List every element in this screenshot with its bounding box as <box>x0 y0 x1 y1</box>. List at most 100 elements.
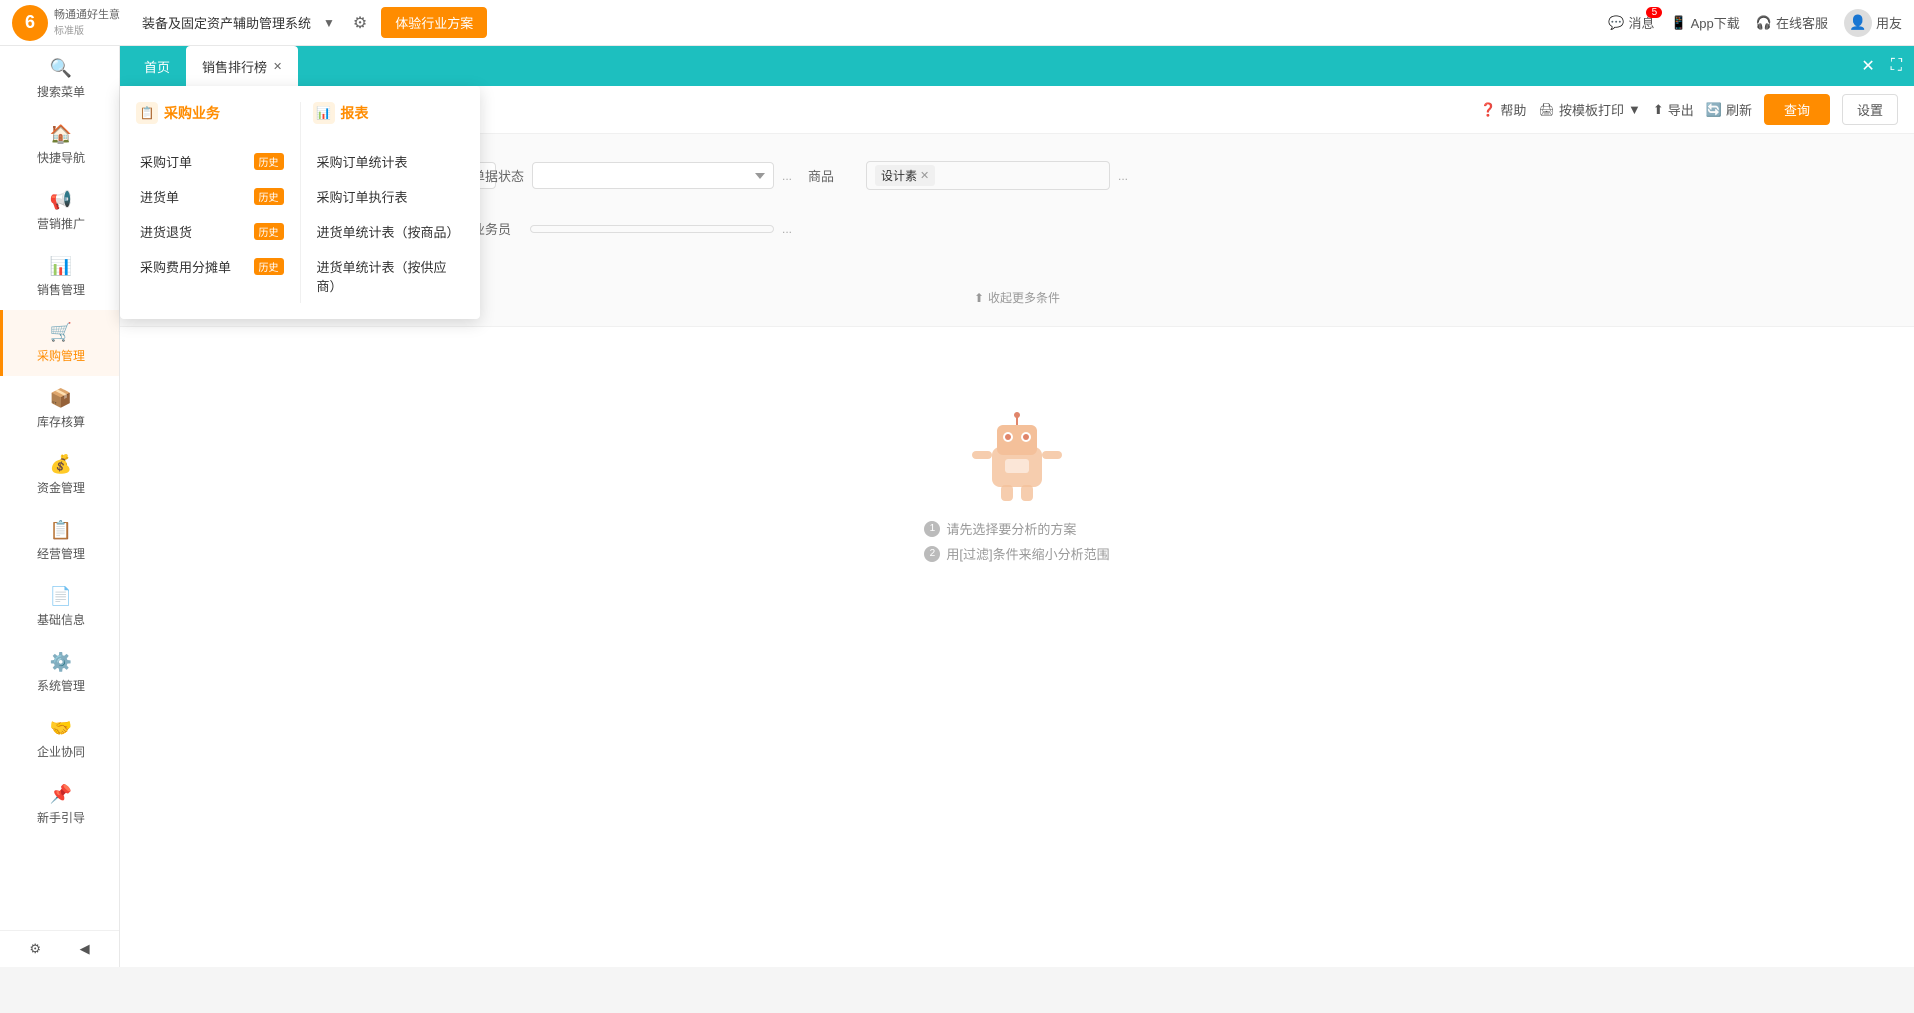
tab-sales-rank[interactable]: 销售排行榜 ✕ <box>186 46 298 86</box>
user-action[interactable]: 👤 用友 <box>1844 9 1902 37</box>
goods-tag: 设计素 ✕ <box>875 165 935 186</box>
dropdown-cols: 📋 采购业务 采购订单 历史 进货单 历史 进货退货 历史 采购费用分摊单 历史 <box>136 102 464 303</box>
bill-status-filter: 单据状态 ... <box>472 162 792 189</box>
sidebar-item-search[interactable]: 🔍 搜索菜单 <box>0 46 119 112</box>
dropdown-divider <box>300 102 301 303</box>
dropdown-item-purchase-order[interactable]: 采购订单 历史 <box>136 144 288 179</box>
print-btn[interactable]: 🖨 按模板打印 ▼ <box>1538 100 1640 119</box>
goods-label: 商品 <box>808 166 858 185</box>
finance-icon: 💰 <box>50 454 72 475</box>
topbar: 6 畅通通好生意 标准版 装备及固定资产辅助管理系统 ▼ ⚙ 体验行业方案 💬 … <box>0 0 1914 46</box>
sidebar-item-purchase[interactable]: 🛒 采购管理 <box>0 310 119 376</box>
sidebar-item-system[interactable]: ⚙️ 系统管理 <box>0 640 119 706</box>
purchase-dropdown-menu: 📋 采购业务 采购订单 历史 进货单 历史 进货退货 历史 采购费用分摊单 历史 <box>120 86 480 319</box>
system-name: 装备及固定资产辅助管理系统 <box>142 13 311 32</box>
goods-tag-input[interactable]: 设计素 ✕ <box>866 161 1110 190</box>
sales-icon: 📊 <box>50 256 72 277</box>
logo-area: 6 畅通通好生意 标准版 <box>12 5 132 41</box>
phone-icon: 📱 <box>1670 15 1686 31</box>
help-btn[interactable]: ❓ 帮助 <box>1480 100 1526 119</box>
sidebar-item-marketing[interactable]: 📢 营销推广 <box>0 178 119 244</box>
bill-status-more[interactable]: ... <box>782 169 792 183</box>
app-download-action[interactable]: 📱 App下载 <box>1670 13 1739 32</box>
online-service-action[interactable]: 🎧 在线客服 <box>1756 13 1828 32</box>
guide-icon: 📌 <box>50 784 72 805</box>
tab-maximize-btn[interactable]: ⛶ <box>1887 55 1906 77</box>
bill-status-select[interactable] <box>532 162 774 189</box>
query-btn[interactable]: 查询 <box>1764 94 1830 125</box>
dropdown-item-incoming-goods-stat[interactable]: 进货单统计表（按商品） <box>313 214 465 249</box>
logo-text: 畅通通好生意 <box>54 8 120 22</box>
system-dropdown-btn[interactable]: ▼ <box>319 14 339 32</box>
topbar-middle: 装备及固定资产辅助管理系统 ▼ ⚙ 体验行业方案 <box>132 7 1608 38</box>
purchase-col-icon: 📋 <box>136 102 158 124</box>
salesperson-tag-input[interactable] <box>530 225 774 233</box>
dropdown-item-purchase-stat[interactable]: 采购订单统计表 <box>313 144 465 179</box>
export-btn[interactable]: ⬆ 导出 <box>1653 100 1694 119</box>
system-icon: ⚙️ <box>50 652 72 673</box>
sidebar-settings-btn[interactable]: ⚙ <box>29 941 41 957</box>
goods-tag-close[interactable]: ✕ <box>920 169 929 182</box>
print-icon: 🖨 <box>1538 102 1555 118</box>
home-icon: 🏠 <box>50 124 72 145</box>
empty-state: 1 请先选择要分析的方案 2 用[过滤]条件来缩小分析范围 <box>120 327 1914 649</box>
marketing-icon: 📢 <box>50 190 72 211</box>
message-action[interactable]: 💬 消息 5 <box>1608 13 1654 32</box>
goods-more[interactable]: ... <box>1118 169 1128 183</box>
tab-window-close-btn[interactable]: ✕ <box>1857 54 1878 78</box>
logo-icon: 6 <box>12 5 48 41</box>
history-badge-2: 历史 <box>254 188 284 205</box>
sidebar-item-inventory[interactable]: 📦 库存核算 <box>0 376 119 442</box>
collapse-up-icon: ⬆ <box>974 291 984 305</box>
report-col-icon: 📊 <box>313 102 335 124</box>
history-badge-1: 历史 <box>254 153 284 170</box>
goods-filter: 商品 设计素 ✕ ... <box>808 161 1128 190</box>
refresh-btn[interactable]: 🔄 刷新 <box>1706 100 1752 119</box>
sidebar: 🔍 搜索菜单 🏠 快捷导航 📢 营销推广 📊 销售管理 🛒 采购管理 📦 库存核… <box>0 46 120 967</box>
operation-icon: 📋 <box>50 520 72 541</box>
message-badge: 5 <box>1646 7 1662 18</box>
purchase-icon: 🛒 <box>50 322 72 343</box>
dropdown-col1-title: 📋 采购业务 <box>136 102 288 132</box>
dropdown-item-expense[interactable]: 采购费用分摊单 历史 <box>136 249 288 284</box>
refresh-icon: 🔄 <box>1706 102 1722 118</box>
help-icon: ❓ <box>1480 102 1496 118</box>
logo-sub: 标准版 <box>54 22 120 37</box>
hint-num-1: 1 <box>924 521 940 537</box>
hint-num-2: 2 <box>924 546 940 562</box>
system-settings-btn[interactable]: ⚙ <box>347 11 373 35</box>
empty-illustration <box>957 407 1077 507</box>
avatar: 👤 <box>1844 9 1872 37</box>
settings-small-btn[interactable]: 设置 <box>1842 94 1898 125</box>
sidebar-item-sales[interactable]: 📊 销售管理 <box>0 244 119 310</box>
sidebar-item-collab[interactable]: 🤝 企业协同 <box>0 706 119 772</box>
collapse-btn[interactable]: ⬆ 收起更多条件 <box>974 289 1060 306</box>
export-icon: ⬆ <box>1653 102 1664 118</box>
sidebar-item-finance[interactable]: 💰 资金管理 <box>0 442 119 508</box>
print-dropdown-icon: ▼ <box>1628 102 1641 117</box>
tab-bar-actions: ✕ ⛶ <box>1857 54 1906 78</box>
empty-hint-1: 1 请先选择要分析的方案 <box>924 519 1109 538</box>
sidebar-item-operation[interactable]: 📋 经营管理 <box>0 508 119 574</box>
sidebar-item-guide[interactable]: 📌 新手引导 <box>0 772 119 838</box>
dropdown-item-return[interactable]: 进货退货 历史 <box>136 214 288 249</box>
industry-btn[interactable]: 体验行业方案 <box>381 7 487 38</box>
basicinfo-icon: 📄 <box>50 586 72 607</box>
salesperson-more[interactable]: ... <box>782 222 792 236</box>
tab-home[interactable]: 首页 <box>128 46 186 86</box>
search-icon: 🔍 <box>50 58 72 79</box>
history-badge-3: 历史 <box>254 223 284 240</box>
history-badge-4: 历史 <box>254 258 284 275</box>
dropdown-col-report: 📊 报表 采购订单统计表 采购订单执行表 进货单统计表（按商品） 进货单统计表（… <box>313 102 465 303</box>
collab-icon: 🤝 <box>50 718 72 739</box>
empty-hints: 1 请先选择要分析的方案 2 用[过滤]条件来缩小分析范围 <box>924 519 1109 569</box>
sidebar-item-basicinfo[interactable]: 📄 基础信息 <box>0 574 119 640</box>
dropdown-item-incoming-supplier-stat[interactable]: 进货单统计表（按供应商） <box>313 249 465 303</box>
tab-close-icon[interactable]: ✕ <box>273 60 282 73</box>
dropdown-item-purchase-exec[interactable]: 采购订单执行表 <box>313 179 465 214</box>
inventory-icon: 📦 <box>50 388 72 409</box>
dropdown-item-incoming[interactable]: 进货单 历史 <box>136 179 288 214</box>
sidebar-item-nav[interactable]: 🏠 快捷导航 <box>0 112 119 178</box>
empty-hint-2: 2 用[过滤]条件来缩小分析范围 <box>924 544 1109 563</box>
sidebar-collapse-btn[interactable]: ◀ <box>80 941 90 957</box>
